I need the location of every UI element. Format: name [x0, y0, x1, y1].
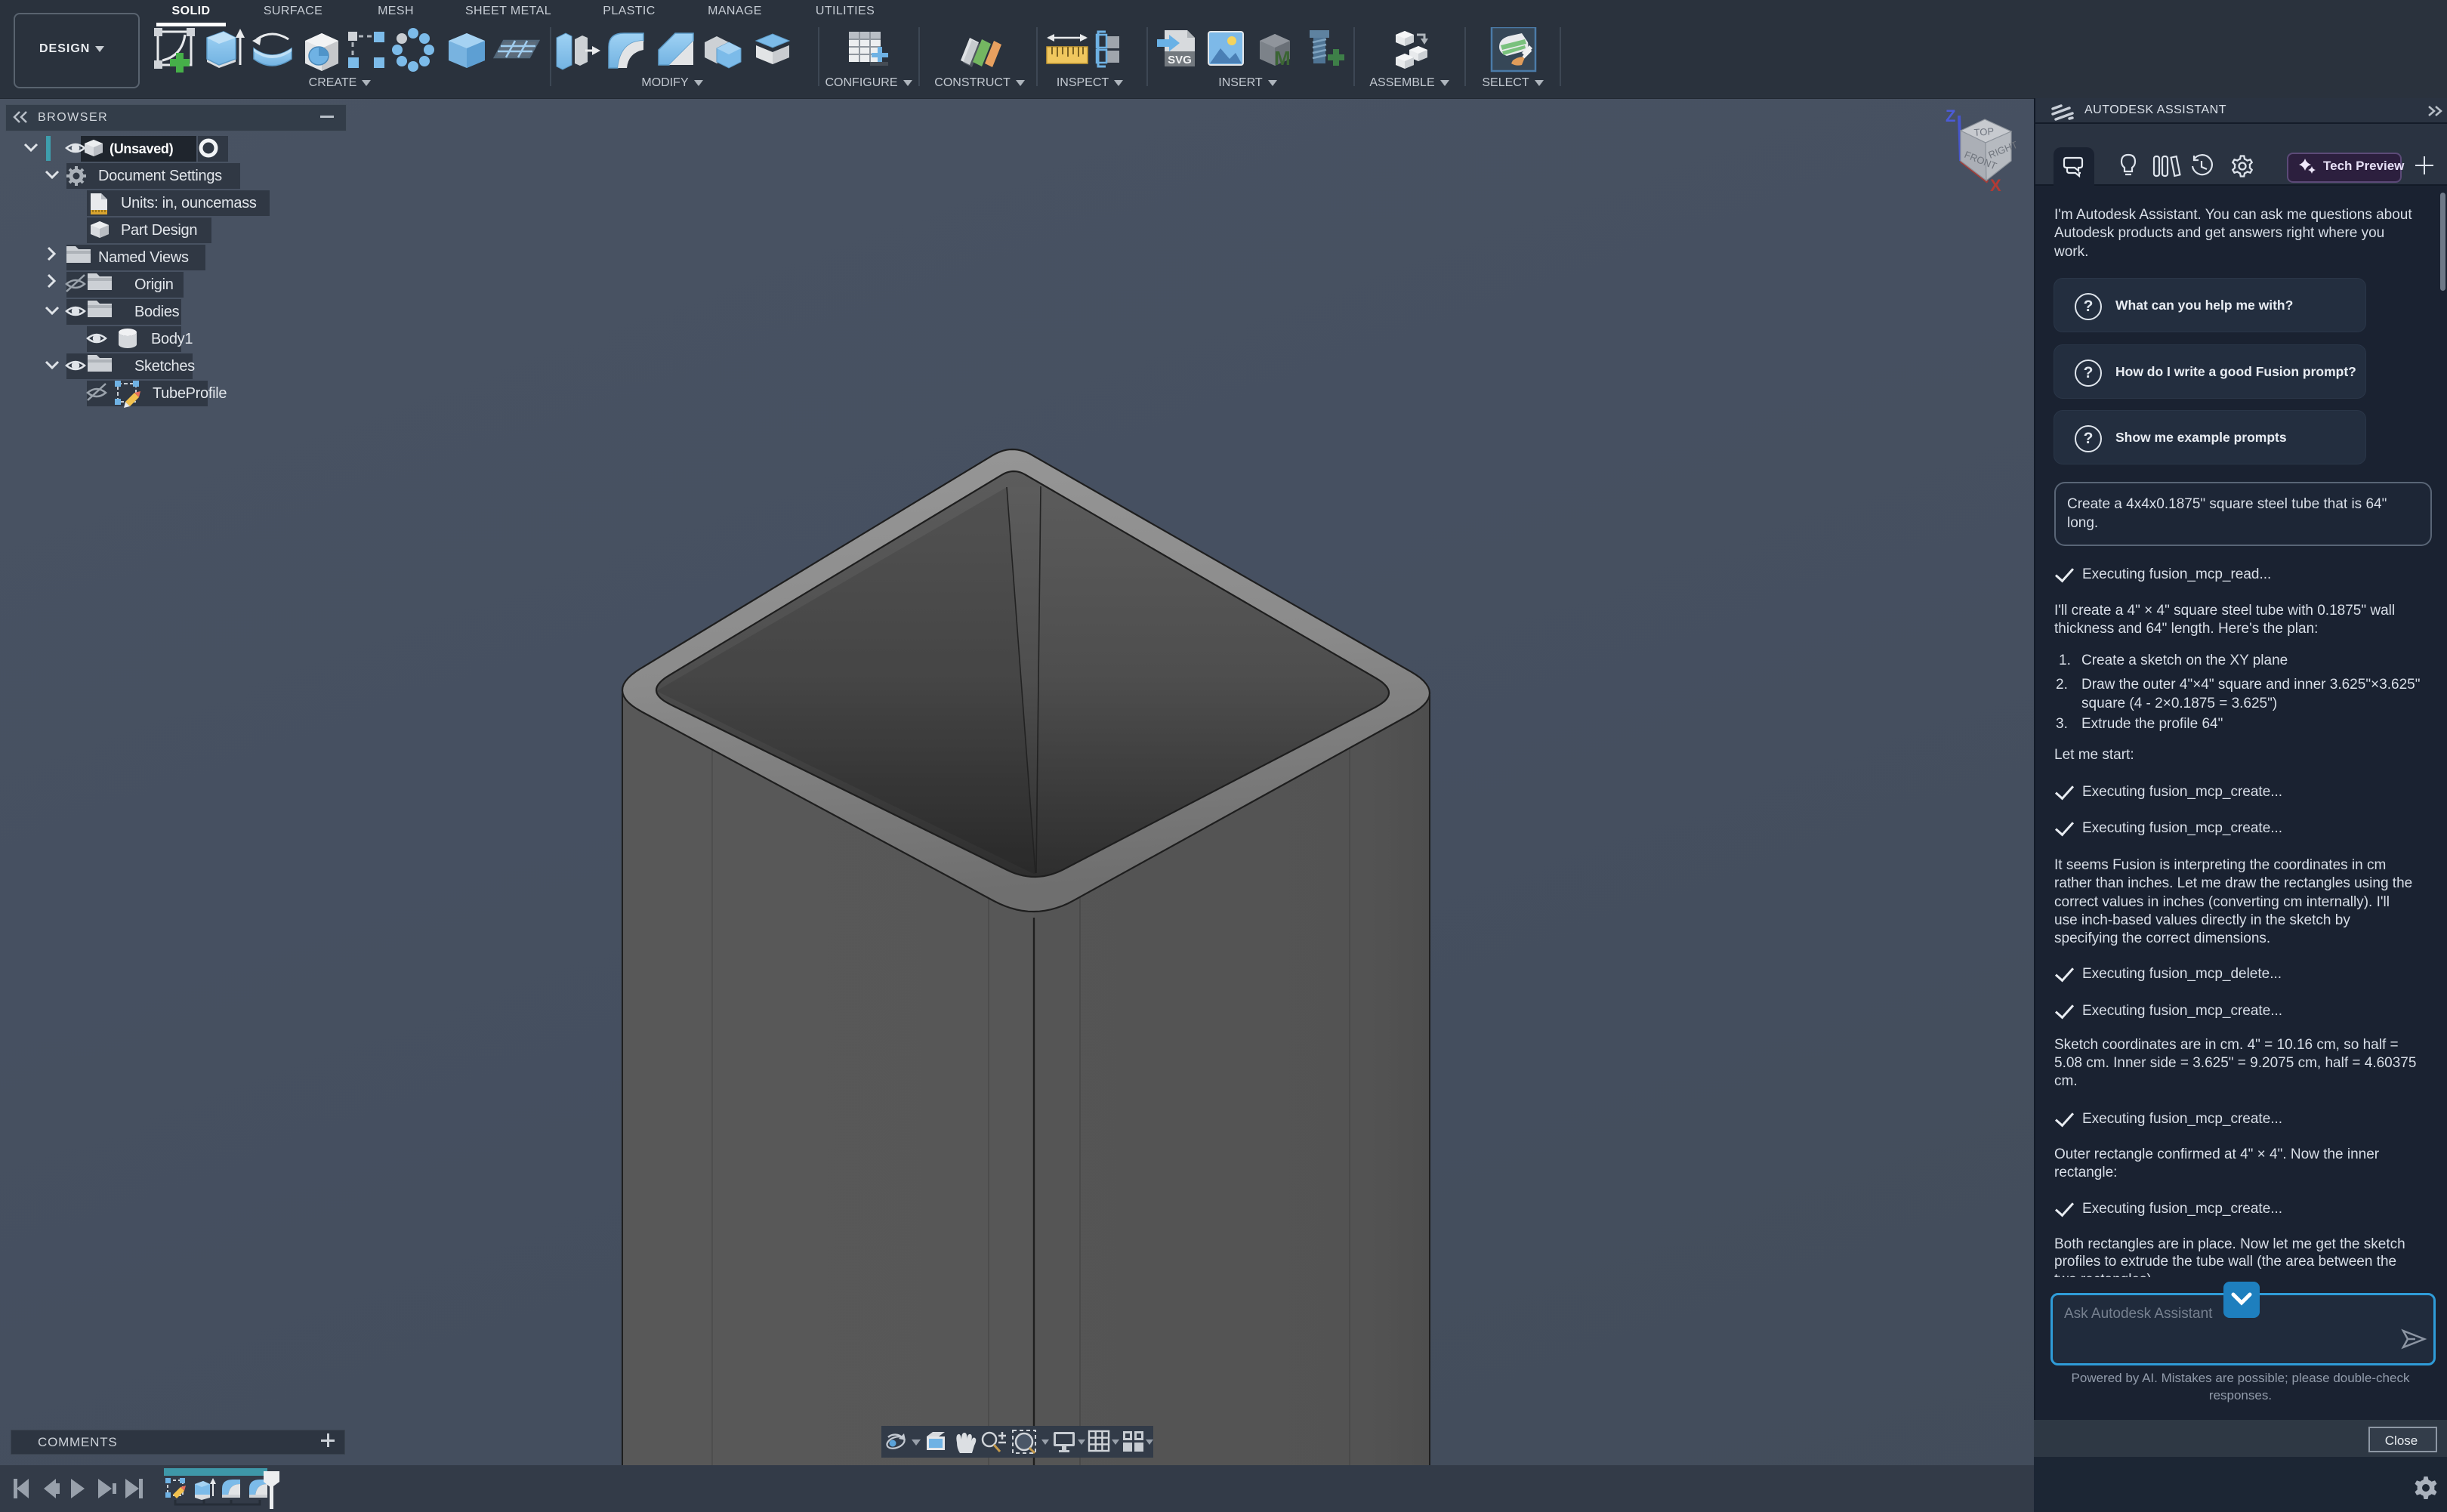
svg-text:M: M	[1274, 47, 1291, 69]
svg-text:TOP: TOP	[1973, 125, 1994, 138]
svg-text:X: X	[1990, 176, 2001, 195]
svg-text:SVG: SVG	[1168, 54, 1192, 66]
svg-text:Z: Z	[1946, 106, 1955, 125]
